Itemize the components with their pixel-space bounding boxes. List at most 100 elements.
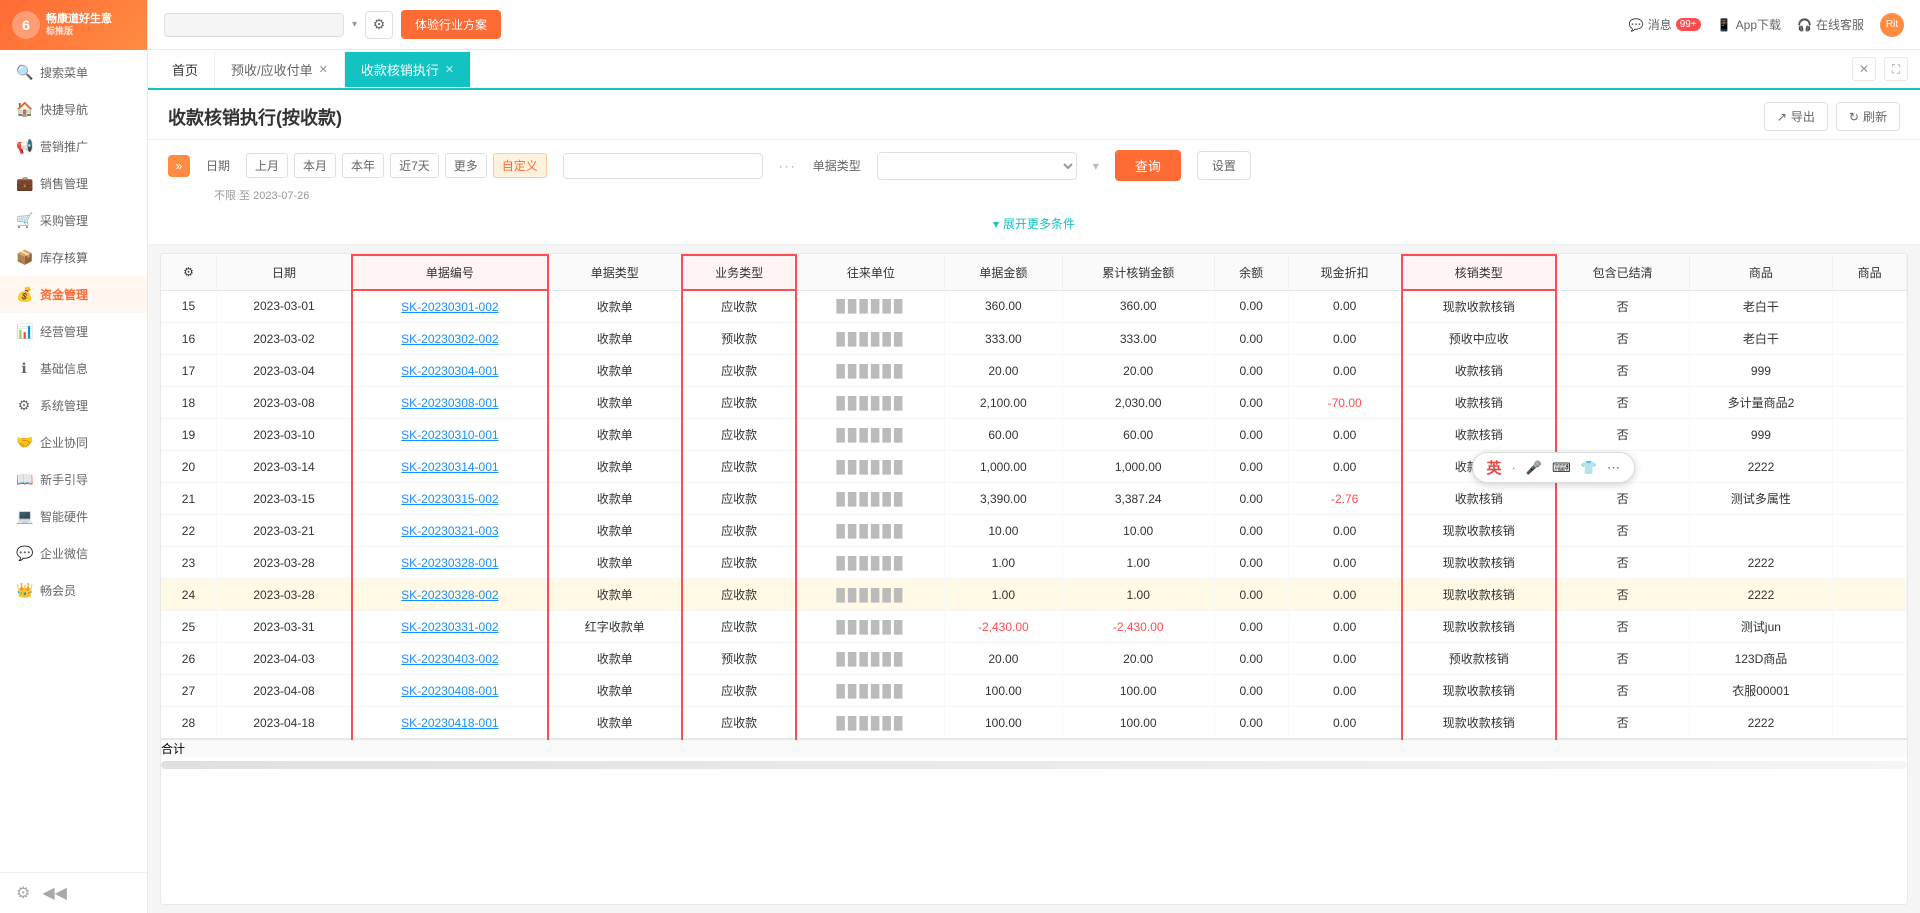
cell-id: 28 [161, 707, 216, 740]
th-date[interactable]: 日期 [216, 255, 352, 290]
tab-expand-btn[interactable]: ⛶ [1884, 57, 1908, 81]
tab-prepayment-close-icon[interactable]: ✕ [319, 63, 328, 76]
settings-button[interactable]: 设置 [1197, 151, 1251, 180]
cell-id: 24 [161, 579, 216, 611]
tab-prepayment[interactable]: 预收/应收付单 ✕ [215, 52, 345, 87]
tab-close-all-btn[interactable]: ✕ [1852, 57, 1876, 81]
tab-verification-close-icon[interactable]: ✕ [445, 63, 454, 76]
cell-bill-no[interactable]: SK-20230328-002 [352, 579, 548, 611]
sidebar-label: 营销推广 [40, 138, 88, 155]
sidebar-item-库存核算[interactable]: 📦库存核算 [0, 239, 147, 276]
tab-verification-label: 收款核销执行 [361, 60, 439, 79]
notification-badge[interactable]: 💬 消息 99+ [1629, 16, 1701, 33]
partner-more-dots[interactable]: ··· [779, 159, 797, 173]
app-name: 畅康道好生意 [46, 12, 112, 26]
breadcrumb-dropdown-icon[interactable]: ▾ [352, 19, 357, 30]
cell-bill-no[interactable]: SK-20230331-002 [352, 611, 548, 643]
cell-bill-no[interactable]: SK-20230403-002 [352, 643, 548, 675]
sidebar-item-智能硬件[interactable]: 💻智能硬件 [0, 498, 147, 535]
sidebar-item-新手引导[interactable]: 📖新手引导 [0, 461, 147, 498]
expand-more-conditions[interactable]: ▾ 展开更多条件 [168, 209, 1900, 234]
cell-balance: 0.00 [1214, 387, 1288, 419]
refresh-button[interactable]: ↻ 刷新 [1836, 102, 1900, 131]
th-include-settled[interactable]: 包含已结清 [1556, 255, 1689, 290]
page-header: 收款核销执行(按收款) ↗ 导出 ↻ 刷新 [148, 90, 1920, 140]
cell-bill-type: 红字收款单 [548, 611, 682, 643]
th-verify-type[interactable]: 核销类型 [1402, 255, 1556, 290]
th-balance[interactable]: 余额 [1214, 255, 1288, 290]
industry-solution-button[interactable]: 体验行业方案 [401, 10, 501, 39]
horizontal-scrollbar[interactable] [161, 761, 1907, 769]
query-button[interactable]: 查询 [1115, 150, 1181, 181]
th-total-verified[interactable]: 累计核销金额 [1062, 255, 1214, 290]
sidebar-item-企业协同[interactable]: 🤝企业协同 [0, 424, 147, 461]
settings-icon[interactable]: ⚙ [16, 883, 30, 903]
app-download-btn[interactable]: 📱 App下载 [1717, 16, 1781, 33]
more-date-btn[interactable]: 更多 [445, 153, 487, 178]
bill-type-select[interactable] [877, 152, 1077, 180]
sidebar-item-经营管理[interactable]: 📊经营管理 [0, 313, 147, 350]
cell-bill-no[interactable]: SK-20230301-002 [352, 290, 548, 323]
cell-include-settled: 否 [1556, 419, 1689, 451]
cell-bill-no[interactable]: SK-20230315-002 [352, 483, 548, 515]
cell-cash-discount: 0.00 [1288, 451, 1402, 483]
collapse-icon[interactable]: ◀◀ [42, 883, 67, 903]
th-bill-type[interactable]: 单据类型 [548, 255, 682, 290]
th-amount[interactable]: 单据金额 [945, 255, 1062, 290]
online-service-btn[interactable]: 🎧 在线客服 [1797, 16, 1864, 33]
cell-bill-no[interactable]: SK-20230302-002 [352, 323, 548, 355]
cell-bill-no[interactable]: SK-20230314-001 [352, 451, 548, 483]
th-product1[interactable]: 商品 [1689, 255, 1833, 290]
ime-mic-icon[interactable]: 🎤 [1526, 460, 1542, 476]
this-month-btn[interactable]: 本月 [294, 153, 336, 178]
export-button[interactable]: ↗ 导出 [1764, 102, 1828, 131]
tab-home[interactable]: 首页 [156, 52, 215, 87]
th-product2[interactable]: 商品 [1833, 255, 1907, 290]
partner-filter-input[interactable] [563, 153, 763, 179]
sidebar-item-搜索菜单[interactable]: 🔍搜索菜单 [0, 54, 147, 91]
cell-balance: 0.00 [1214, 707, 1288, 740]
user-avatar[interactable]: Rit [1880, 13, 1904, 37]
last-month-btn[interactable]: 上月 [246, 153, 288, 178]
sidebar-item-销售管理[interactable]: 💼销售管理 [0, 165, 147, 202]
th-biz-type[interactable]: 业务类型 [682, 255, 797, 290]
sidebar-item-企业微信[interactable]: 💬企业微信 [0, 535, 147, 572]
this-year-btn[interactable]: 本年 [342, 153, 384, 178]
sidebar-item-系统管理[interactable]: ⚙系统管理 [0, 387, 147, 424]
cell-total-verified: 3,387.24 [1062, 483, 1214, 515]
th-partner[interactable]: 往来单位 [796, 255, 944, 290]
th-cash-discount[interactable]: 现金折扣 [1288, 255, 1402, 290]
cell-product1: 衣服00001 [1689, 675, 1833, 707]
gear-button[interactable]: ⚙ [365, 11, 393, 39]
cell-bill-no[interactable]: SK-20230408-001 [352, 675, 548, 707]
cell-bill-no[interactable]: SK-20230304-001 [352, 355, 548, 387]
ime-keyboard-icon[interactable]: ⌨ [1552, 460, 1571, 476]
tab-verification[interactable]: 收款核销执行 ✕ [345, 52, 471, 87]
cell-bill-no[interactable]: SK-20230308-001 [352, 387, 548, 419]
filter-toggle-button[interactable]: » [168, 155, 190, 177]
cell-bill-no[interactable]: SK-20230321-003 [352, 515, 548, 547]
cell-cash-discount: 0.00 [1288, 579, 1402, 611]
cell-product2 [1833, 579, 1907, 611]
cell-verify-type: 预收中应收 [1402, 323, 1556, 355]
sidebar-item-资金管理[interactable]: 💰资金管理 [0, 276, 147, 313]
sidebar-item-快捷导航[interactable]: 🏠快捷导航 [0, 91, 147, 128]
sidebar-item-基础信息[interactable]: ℹ基础信息 [0, 350, 147, 387]
cell-bill-no[interactable]: SK-20230328-001 [352, 547, 548, 579]
ime-more-icon[interactable]: ⋯ [1607, 460, 1620, 476]
cell-cash-discount: 0.00 [1288, 323, 1402, 355]
cell-biz-type: 预收款 [682, 323, 797, 355]
custom-date-btn[interactable]: 自定义 [493, 153, 547, 178]
sidebar-label: 资金管理 [40, 286, 88, 303]
sidebar-item-营销推广[interactable]: 📢营销推广 [0, 128, 147, 165]
th-bill-no[interactable]: 单据编号 [352, 255, 548, 290]
cell-bill-no[interactable]: SK-20230418-001 [352, 707, 548, 740]
sidebar-item-采购管理[interactable]: 🛒采购管理 [0, 202, 147, 239]
th-settings[interactable]: ⚙ [161, 255, 216, 290]
breadcrumb-input[interactable] [164, 13, 344, 37]
cell-bill-no[interactable]: SK-20230310-001 [352, 419, 548, 451]
sidebar-item-畅会员[interactable]: 👑畅会员 [0, 572, 147, 609]
ime-shirt-icon[interactable]: 👕 [1581, 460, 1597, 476]
last-7days-btn[interactable]: 近7天 [390, 153, 439, 178]
cell-cash-discount: 0.00 [1288, 707, 1402, 740]
